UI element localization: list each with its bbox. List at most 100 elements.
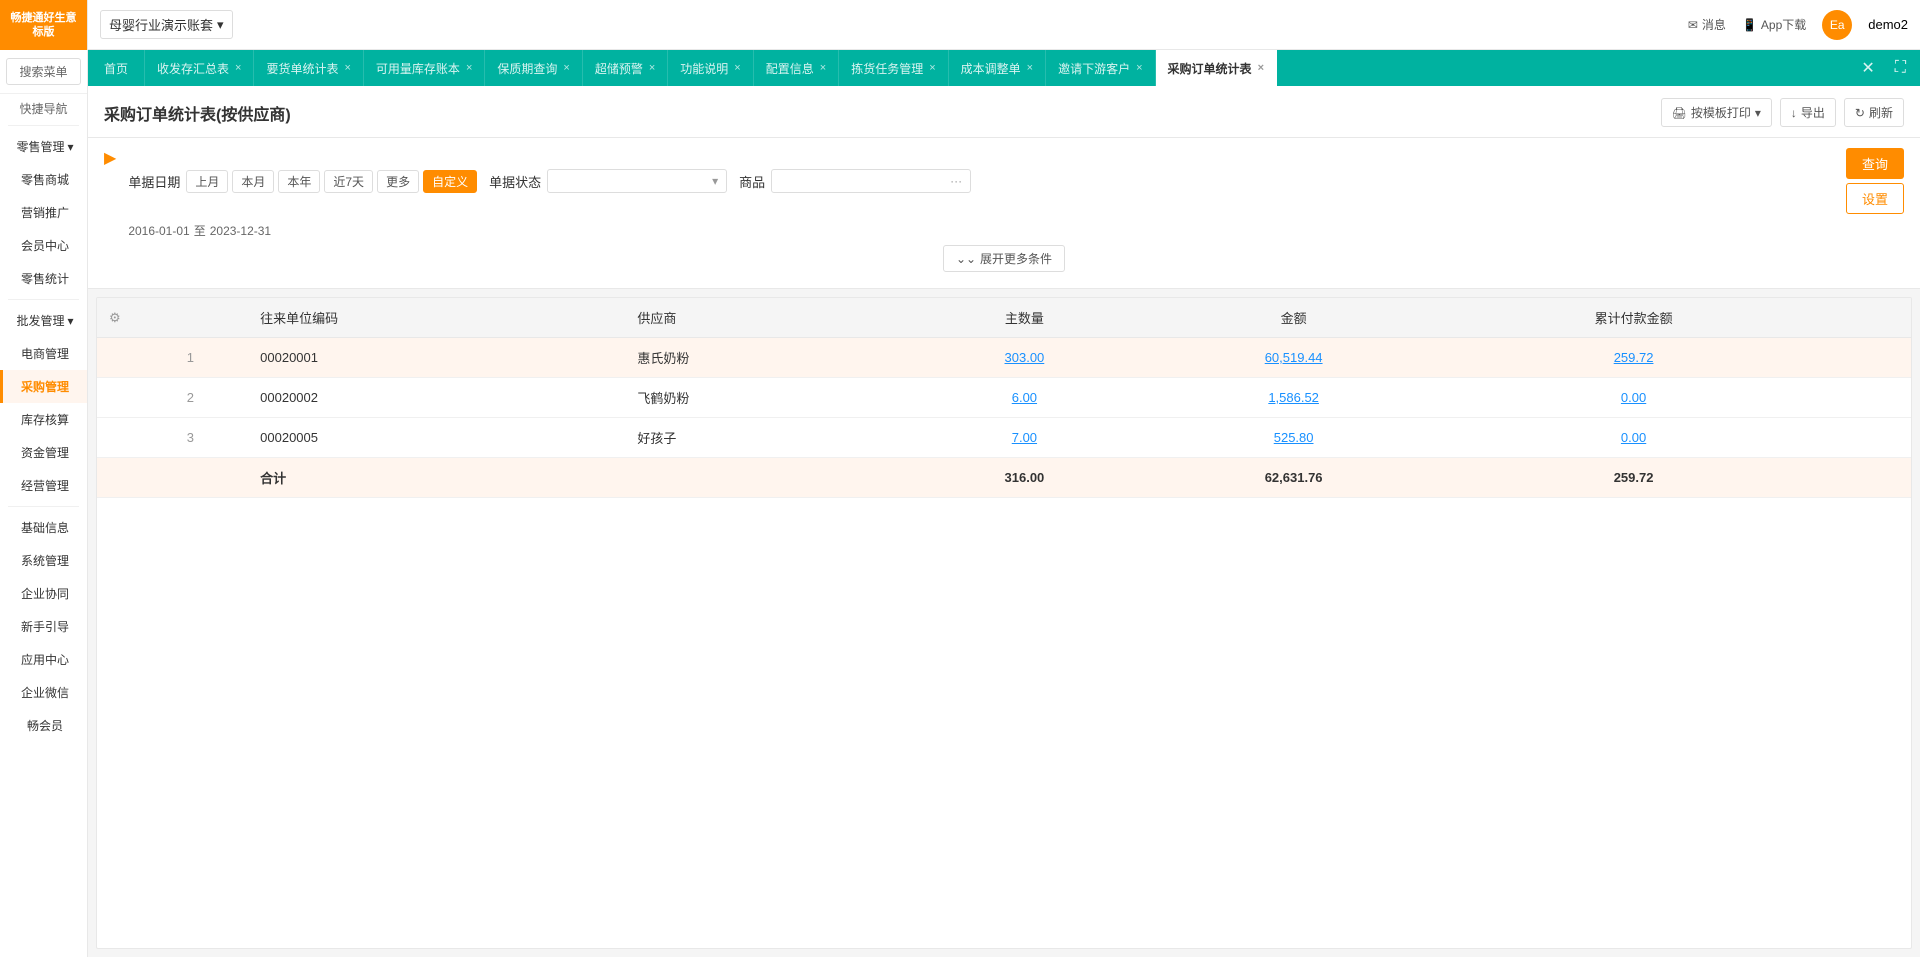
app-download-label: App下载 — [1761, 16, 1806, 33]
tab-receive-summary[interactable]: 收发存汇总表 × — [145, 50, 254, 86]
tab-label: 邀请下游客户 — [1058, 60, 1130, 77]
tab-available-stock[interactable]: 可用量库存账本 × — [364, 50, 485, 86]
sidebar-item-marketing[interactable]: 营销推广 — [0, 196, 87, 229]
tab-expand-button[interactable]: ⛶ — [1889, 57, 1912, 79]
sidebar-item-appstore[interactable]: 应用中心 — [0, 643, 87, 676]
user-avatar[interactable]: Ea — [1822, 10, 1852, 40]
sidebar-item-zero-mall[interactable]: 零售商城 — [0, 163, 87, 196]
message-button[interactable]: ✉ 消息 — [1688, 16, 1726, 33]
tab-close-all-button[interactable]: ✕ — [1855, 56, 1880, 80]
sidebar-search-area: 搜索菜单 — [0, 50, 87, 94]
tab-close-icon[interactable]: × — [1136, 62, 1142, 74]
shortcut-this-year[interactable]: 本年 — [278, 170, 320, 193]
status-label: 单据状态 — [489, 172, 541, 191]
sidebar-item-label: 库存核算 — [21, 413, 69, 427]
table-container: ⚙ 往来单位编码 供应商 主数量 金额 累计付款金额 1 00020001 惠氏… — [96, 297, 1912, 949]
tab-label: 配置信息 — [766, 60, 814, 77]
shortcut-this-month[interactable]: 本月 — [232, 170, 274, 193]
sidebar-item-operation[interactable]: 经营管理 — [0, 469, 87, 502]
main-content: 母婴行业演示账套 ▾ ✉ 消息 📱 App下载 Ea demo2 首页 收发存汇… — [88, 0, 1920, 957]
sidebar-item-finance[interactable]: 资金管理 — [0, 436, 87, 469]
sidebar-item-vip[interactable]: 畅会员 — [0, 709, 87, 742]
sidebar-divider-2 — [8, 299, 79, 300]
shortcut-last-month[interactable]: 上月 — [186, 170, 228, 193]
row-index: 1 — [133, 338, 249, 378]
search-button[interactable]: 查询 — [1846, 148, 1904, 179]
download-icon: 📱 — [1742, 18, 1757, 32]
shortcut-more[interactable]: 更多 — [377, 170, 419, 193]
username[interactable]: demo2 — [1868, 17, 1908, 32]
row-index: 2 — [133, 378, 249, 418]
tab-function-desc[interactable]: 功能说明 × — [668, 50, 753, 86]
sidebar-item-inventory[interactable]: 库存核算 — [0, 403, 87, 436]
tab-close-icon[interactable]: × — [820, 62, 826, 74]
row-index: 3 — [133, 418, 249, 458]
tab-label: 功能说明 — [680, 60, 728, 77]
shortcut-7days[interactable]: 近7天 — [324, 170, 373, 193]
sidebar-item-enterprise[interactable]: 企业协同 — [0, 577, 87, 610]
sidebar-item-member[interactable]: 会员中心 — [0, 229, 87, 262]
tab-bar-end: ✕ ⛶ — [1847, 56, 1920, 80]
page-header-actions: 🖨 按模板打印 ▾ ↓ 导出 ↻ 刷新 — [1661, 98, 1904, 127]
tab-invite-downstream[interactable]: 邀请下游客户 × — [1046, 50, 1155, 86]
logo-line2: 标版 — [11, 25, 77, 39]
tab-close-icon[interactable]: × — [1027, 62, 1033, 74]
sidebar-item-purchase[interactable]: 采购管理 — [0, 370, 87, 403]
sidebar-item-retail-stats[interactable]: 零售统计 — [0, 262, 87, 295]
settings-button[interactable]: 设置 — [1846, 183, 1904, 214]
status-select[interactable]: ▾ — [547, 169, 727, 193]
page-header: 采购订单统计表(按供应商) 🖨 按模板打印 ▾ ↓ 导出 ↻ 刷新 — [88, 86, 1920, 138]
tab-close-icon[interactable]: × — [649, 62, 655, 74]
th-qty: 主数量 — [907, 298, 1143, 338]
row-qty: 7.00 — [907, 418, 1143, 458]
app-download-button[interactable]: 📱 App下载 — [1742, 16, 1806, 33]
tab-pick-task[interactable]: 拣货任务管理 × — [839, 50, 948, 86]
sidebar-nav-label[interactable]: 快捷导航 — [0, 94, 87, 121]
template-print-button[interactable]: 🖨 按模板打印 ▾ — [1661, 98, 1772, 127]
search-menu-button[interactable]: 搜索菜单 — [6, 58, 81, 85]
th-unit-code: 往来单位编码 — [248, 298, 625, 338]
sidebar-item-newbie[interactable]: 新手引导 — [0, 610, 87, 643]
row-qty: 6.00 — [907, 378, 1143, 418]
tab-cost-adjust[interactable]: 成本调整单 × — [949, 50, 1046, 86]
row-settings — [97, 418, 133, 458]
footer-paid: 259.72 — [1445, 458, 1822, 498]
tab-close-icon[interactable]: × — [929, 62, 935, 74]
row-extra — [1822, 338, 1911, 378]
export-button[interactable]: ↓ 导出 — [1780, 98, 1836, 127]
sidebar-item-zero-retail[interactable]: 零售管理 ▾ — [0, 130, 87, 163]
sidebar-item-wholesale[interactable]: 批发管理 ▾ — [0, 304, 87, 337]
filter-expand-arrow[interactable]: ▶ — [104, 148, 116, 168]
tab-home[interactable]: 首页 — [88, 50, 145, 86]
sidebar-item-wechat[interactable]: 企业微信 — [0, 676, 87, 709]
sidebar-item-label: 会员中心 — [21, 239, 69, 253]
expand-more-button[interactable]: ⌄⌄ 展开更多条件 — [943, 245, 1065, 272]
sidebar-logo: 畅捷通好生意 标版 — [0, 0, 87, 50]
tab-overstock-warning[interactable]: 超储预警 × — [583, 50, 668, 86]
tab-config-info[interactable]: 配置信息 × — [754, 50, 839, 86]
tab-close-icon[interactable]: × — [235, 62, 241, 74]
tab-demand-stats[interactable]: 要货单统计表 × — [254, 50, 363, 86]
tab-close-icon[interactable]: × — [344, 62, 350, 74]
tab-purchase-stats[interactable]: 采购订单统计表 × — [1156, 50, 1277, 86]
workspace-dropdown[interactable]: 母婴行业演示账套 ▾ — [100, 10, 233, 39]
tab-close-icon[interactable]: × — [563, 62, 569, 74]
tab-close-icon[interactable]: × — [466, 62, 472, 74]
tab-close-icon[interactable]: × — [1258, 62, 1264, 74]
sidebar-item-basic[interactable]: 基础信息 — [0, 511, 87, 544]
th-settings[interactable]: ⚙ — [97, 298, 133, 338]
th-supplier: 供应商 — [625, 298, 906, 338]
message-icon: ✉ — [1688, 18, 1698, 32]
export-icon: ↓ — [1791, 106, 1797, 120]
refresh-button[interactable]: ↻ 刷新 — [1844, 98, 1904, 127]
tab-expiry-query[interactable]: 保质期查询 × — [485, 50, 582, 86]
sidebar-item-ecommerce[interactable]: 电商管理 — [0, 337, 87, 370]
sidebar-divider-3 — [8, 506, 79, 507]
tab-close-icon[interactable]: × — [734, 62, 740, 74]
sidebar-item-system[interactable]: 系统管理 — [0, 544, 87, 577]
shortcut-custom[interactable]: 自定义 — [423, 170, 477, 193]
footer-index-col — [133, 458, 249, 498]
goods-input[interactable]: ··· — [771, 169, 971, 193]
sidebar-item-label: 采购管理 — [21, 380, 69, 394]
chevron-down-icon: ▾ — [217, 17, 224, 33]
